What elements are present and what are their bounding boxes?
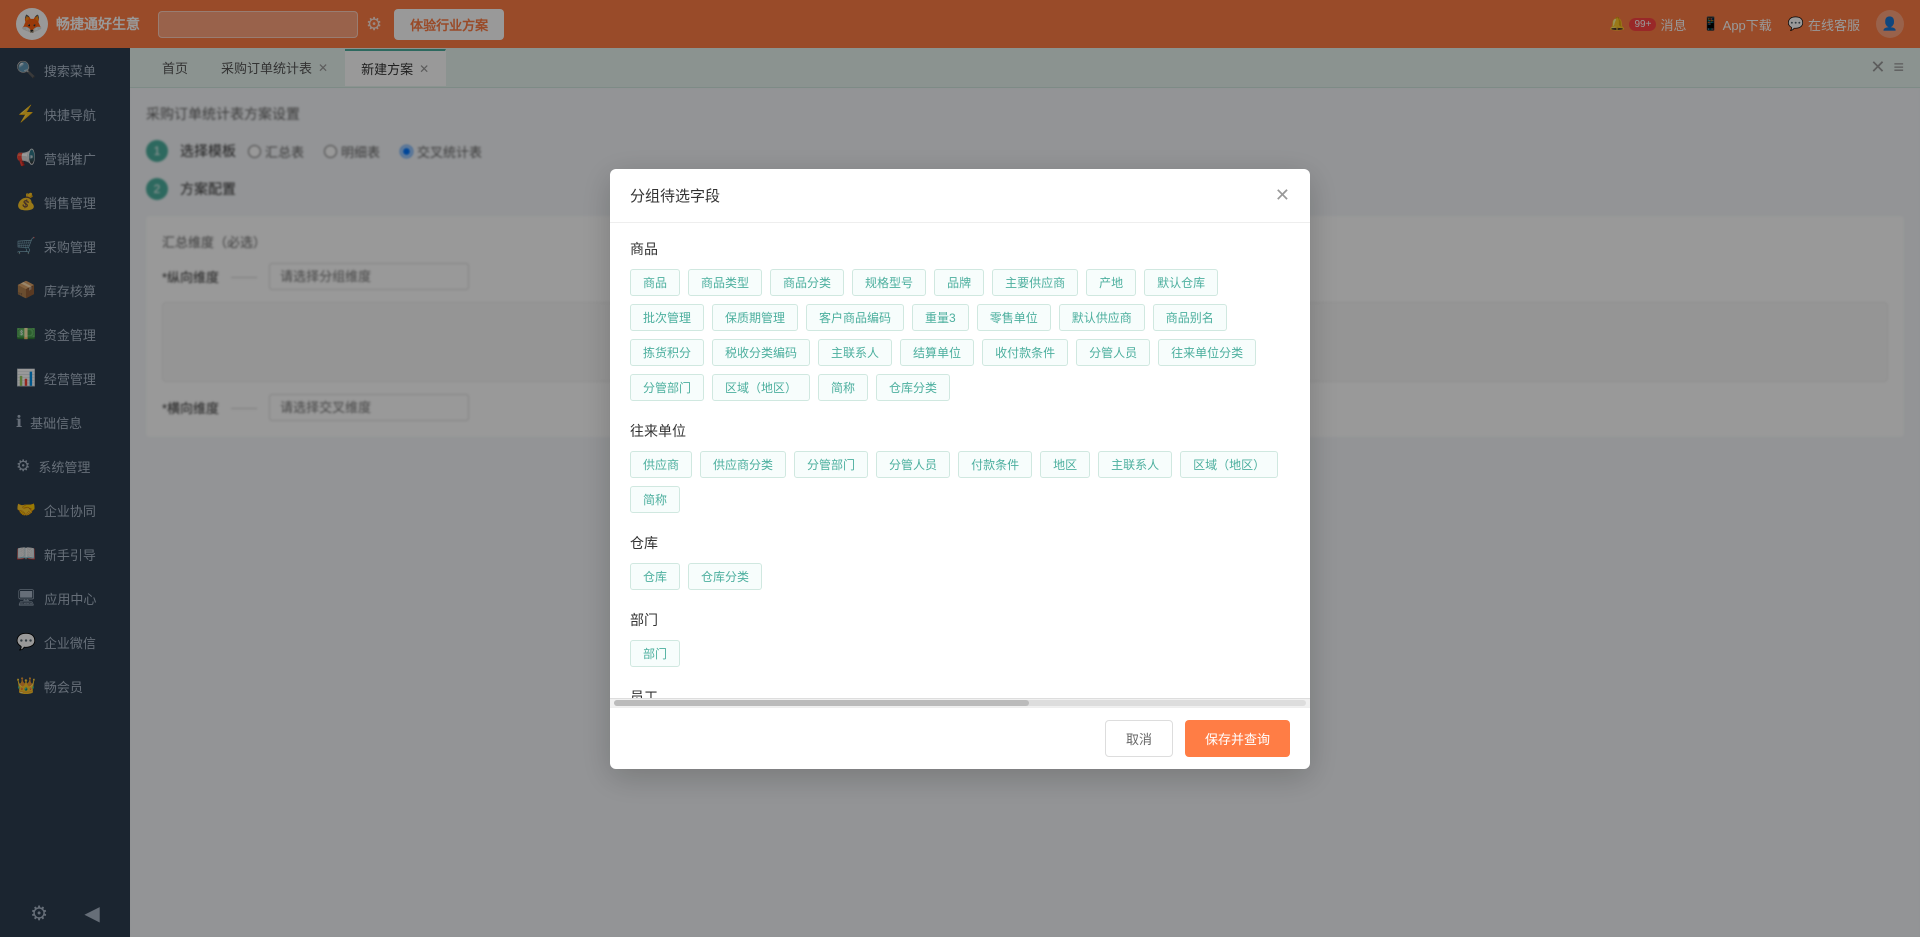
field-tag-0-16[interactable]: 税收分类编码 xyxy=(712,339,810,366)
modal-title: 分组待选字段 xyxy=(630,185,720,206)
field-tag-0-4[interactable]: 品牌 xyxy=(934,269,984,296)
field-tag-1-3[interactable]: 分管人员 xyxy=(876,451,950,478)
field-tag-0-7[interactable]: 默认仓库 xyxy=(1144,269,1218,296)
scrollbar-thumb xyxy=(614,700,1029,706)
field-tag-0-25[interactable]: 仓库分类 xyxy=(876,374,950,401)
field-selection-modal: 分组待选字段 ✕ 商品商品商品类型商品分类规格型号品牌主要供应商产地默认仓库批次… xyxy=(610,169,1310,769)
section-title-0: 商品 xyxy=(630,239,1290,259)
section-title-3: 部门 xyxy=(630,610,1290,630)
field-tag-1-6[interactable]: 主联系人 xyxy=(1098,451,1172,478)
field-tag-0-3[interactable]: 规格型号 xyxy=(852,269,926,296)
field-tag-0-9[interactable]: 保质期管理 xyxy=(712,304,798,331)
field-section-2: 仓库仓库仓库分类 xyxy=(630,533,1290,590)
field-tag-0-15[interactable]: 拣货积分 xyxy=(630,339,704,366)
field-tag-0-6[interactable]: 产地 xyxy=(1086,269,1136,296)
modal-close-button[interactable]: ✕ xyxy=(1275,185,1290,206)
field-tags-1: 供应商供应商分类分管部门分管人员付款条件地区主联系人区域（地区） 简称 xyxy=(630,451,1290,513)
field-tags-2: 仓库仓库分类 xyxy=(630,563,1290,590)
field-tag-0-22[interactable]: 分管部门 xyxy=(630,374,704,401)
field-tag-2-0[interactable]: 仓库 xyxy=(630,563,680,590)
field-tag-0-2[interactable]: 商品分类 xyxy=(770,269,844,296)
modal-footer: 取消 保存并查询 xyxy=(610,707,1310,769)
field-tag-0-24[interactable]: 简称 xyxy=(818,374,868,401)
field-tag-0-1[interactable]: 商品类型 xyxy=(688,269,762,296)
field-tag-0-12[interactable]: 零售单位 xyxy=(977,304,1051,331)
field-tag-0-18[interactable]: 结算单位 xyxy=(900,339,974,366)
field-tag-0-19[interactable]: 收付款条件 xyxy=(982,339,1068,366)
field-tag-1-5[interactable]: 地区 xyxy=(1040,451,1090,478)
field-tag-0-21[interactable]: 往来单位分类 xyxy=(1158,339,1256,366)
field-tag-0-10[interactable]: 客户商品编码 xyxy=(806,304,904,331)
cancel-button[interactable]: 取消 xyxy=(1105,720,1173,757)
field-section-0: 商品商品商品类型商品分类规格型号品牌主要供应商产地默认仓库批次管理保质期管理客户… xyxy=(630,239,1290,401)
field-tag-1-2[interactable]: 分管部门 xyxy=(794,451,868,478)
horizontal-scrollbar[interactable] xyxy=(610,698,1310,706)
modal-backdrop: 分组待选字段 ✕ 商品商品商品类型商品分类规格型号品牌主要供应商产地默认仓库批次… xyxy=(0,0,1920,937)
section-title-2: 仓库 xyxy=(630,533,1290,553)
field-tag-2-1[interactable]: 仓库分类 xyxy=(688,563,762,590)
field-tag-1-8[interactable]: 简称 xyxy=(630,486,680,513)
field-tag-1-0[interactable]: 供应商 xyxy=(630,451,692,478)
field-section-4: 员工业务员 xyxy=(630,687,1290,699)
field-tag-0-11[interactable]: 重量3 xyxy=(912,304,969,331)
field-tag-0-0[interactable]: 商品 xyxy=(630,269,680,296)
field-tag-0-14[interactable]: 商品别名 xyxy=(1153,304,1227,331)
field-tag-0-13[interactable]: 默认供应商 xyxy=(1059,304,1145,331)
field-tag-0-5[interactable]: 主要供应商 xyxy=(992,269,1078,296)
confirm-button[interactable]: 保存并查询 xyxy=(1185,720,1290,757)
field-tag-0-8[interactable]: 批次管理 xyxy=(630,304,704,331)
field-tag-1-1[interactable]: 供应商分类 xyxy=(700,451,786,478)
scrollbar-track xyxy=(614,700,1306,706)
field-tags-0: 商品商品类型商品分类规格型号品牌主要供应商产地默认仓库批次管理保质期管理客户商品… xyxy=(630,269,1290,401)
field-section-3: 部门部门 xyxy=(630,610,1290,667)
field-tag-0-17[interactable]: 主联系人 xyxy=(818,339,892,366)
modal-header: 分组待选字段 ✕ xyxy=(610,169,1310,223)
field-section-1: 往来单位供应商供应商分类分管部门分管人员付款条件地区主联系人区域（地区） 简称 xyxy=(630,421,1290,513)
field-tag-3-0[interactable]: 部门 xyxy=(630,640,680,667)
modal-body[interactable]: 商品商品商品类型商品分类规格型号品牌主要供应商产地默认仓库批次管理保质期管理客户… xyxy=(610,223,1310,699)
field-tag-0-20[interactable]: 分管人员 xyxy=(1076,339,1150,366)
section-title-4: 员工 xyxy=(630,687,1290,699)
field-tags-3: 部门 xyxy=(630,640,1290,667)
field-tag-1-7[interactable]: 区域（地区） xyxy=(1180,451,1278,478)
field-tag-1-4[interactable]: 付款条件 xyxy=(958,451,1032,478)
section-title-1: 往来单位 xyxy=(630,421,1290,441)
field-tag-0-23[interactable]: 区域（地区） xyxy=(712,374,810,401)
